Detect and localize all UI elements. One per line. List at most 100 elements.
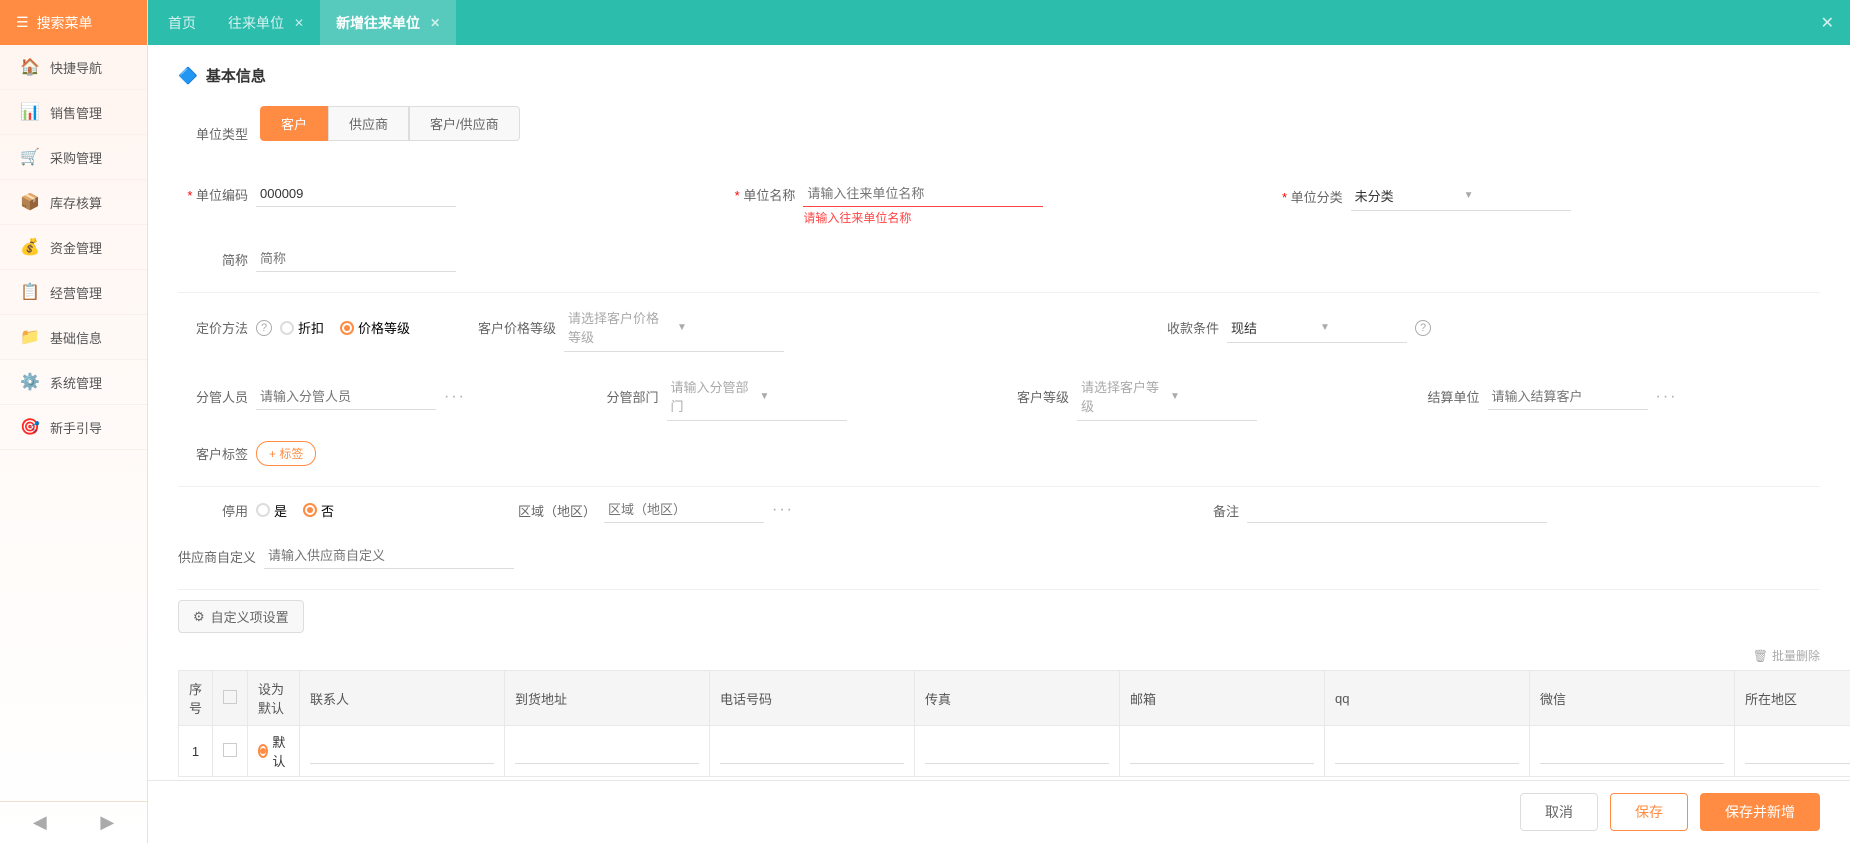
close-all-tabs[interactable]: ✕ bbox=[1809, 13, 1846, 33]
row-address-input[interactable] bbox=[515, 738, 699, 764]
department-select[interactable]: 请输入分管部门 ▼ bbox=[667, 372, 847, 421]
sidebar-search[interactable]: ☰ 搜索菜单 bbox=[0, 0, 147, 45]
unit-category-select[interactable]: 未分类 ▼ bbox=[1351, 181, 1571, 211]
row-checkbox[interactable] bbox=[223, 743, 237, 757]
col-default: 设为默认 bbox=[248, 671, 300, 726]
type-btn-both[interactable]: 客户/供应商 bbox=[409, 106, 520, 141]
row-check[interactable] bbox=[213, 726, 248, 777]
radio-yes-circle bbox=[256, 503, 270, 517]
manager-more-icon[interactable]: ··· bbox=[444, 388, 466, 406]
row-default-label: 默认 bbox=[272, 732, 289, 770]
tab-home-label: 首页 bbox=[168, 13, 196, 33]
unit-code-label: 单位编码 bbox=[178, 185, 248, 204]
col-location: 所在地区 bbox=[1735, 671, 1850, 726]
settlement-more-icon[interactable]: ··· bbox=[1656, 388, 1678, 406]
sidebar-item-quick-nav[interactable]: 🏠 快捷导航 bbox=[0, 45, 147, 90]
region-input[interactable] bbox=[604, 497, 764, 523]
sidebar-item-basic[interactable]: 📁 基础信息 bbox=[0, 315, 147, 360]
batch-delete-area[interactable]: 🗑 批量删除 bbox=[178, 647, 1820, 664]
row-default-radio[interactable]: 默认 bbox=[258, 732, 289, 770]
tab-new-partner-close[interactable]: ✕ bbox=[430, 16, 440, 30]
row-qq[interactable] bbox=[1325, 726, 1530, 777]
payment-terms-value: 现结 bbox=[1231, 318, 1314, 337]
type-btn-supplier[interactable]: 供应商 bbox=[328, 106, 409, 141]
col-fax: 传真 bbox=[915, 671, 1120, 726]
pricing-help-icon[interactable]: ? bbox=[256, 320, 272, 336]
tab-partners[interactable]: 往来单位 ✕ bbox=[212, 0, 320, 45]
sidebar: ☰ 搜索菜单 🏠 快捷导航 📊 销售管理 🛒 采购管理 📦 库存核算 💰 资金管… bbox=[0, 0, 148, 843]
disabled-radio-group: 是 否 bbox=[256, 501, 334, 520]
row-default[interactable]: 默认 bbox=[248, 726, 300, 777]
row-location[interactable] bbox=[1735, 726, 1850, 777]
unit-type-row: 单位类型 客户 供应商 客户/供应商 bbox=[178, 106, 1820, 161]
unit-category-value: 未分类 bbox=[1355, 186, 1458, 205]
row-code-name-category: 单位编码 单位名称 请输入往来单位名称 单位分类 未分类 ▼ bbox=[178, 181, 1820, 226]
save-button[interactable]: 保存 bbox=[1610, 793, 1688, 831]
customer-price-level-select[interactable]: 请选择客户价格等级 ▼ bbox=[564, 303, 784, 352]
chevron-down-icon4: ▼ bbox=[760, 391, 843, 402]
row-fax-input[interactable] bbox=[925, 738, 1109, 764]
remarks-input[interactable] bbox=[1247, 497, 1547, 523]
payment-help-icon[interactable]: ? bbox=[1415, 320, 1431, 336]
sidebar-collapse-btn[interactable]: ◀ bbox=[10, 812, 70, 833]
row-address[interactable] bbox=[505, 726, 710, 777]
sidebar-item-inventory[interactable]: 📦 库存核算 bbox=[0, 180, 147, 225]
add-tag-button[interactable]: + 标签 bbox=[256, 441, 316, 466]
radio-yes-label: 是 bbox=[274, 501, 287, 520]
save-and-new-button[interactable]: 保存并新增 bbox=[1700, 793, 1820, 831]
unit-code-input[interactable] bbox=[256, 181, 456, 207]
pricing-price-level[interactable]: 价格等级 bbox=[340, 318, 410, 337]
customer-level-placeholder: 请选择客户等级 bbox=[1081, 377, 1164, 415]
row-phone[interactable] bbox=[710, 726, 915, 777]
customer-level-label: 客户等级 bbox=[999, 387, 1069, 406]
supplier-custom-input[interactable] bbox=[264, 543, 514, 569]
contact-table: 序号 设为默认 联系人 到货地址 电话号码 传真 邮箱 qq 微信 所在地区 操… bbox=[178, 670, 1850, 777]
row-contact-input[interactable] bbox=[310, 738, 494, 764]
col-contact: 联系人 bbox=[300, 671, 505, 726]
section-title-text: 基本信息 bbox=[206, 65, 266, 86]
custom-settings-label: 自定义项设置 bbox=[211, 607, 289, 626]
sidebar-expand-btn[interactable]: ▶ bbox=[78, 812, 138, 833]
row-contact[interactable] bbox=[300, 726, 505, 777]
payment-terms-field: 收款条件 现结 ▼ ? bbox=[1149, 313, 1820, 343]
supplier-custom-label: 供应商自定义 bbox=[178, 547, 256, 566]
tab-new-partner[interactable]: 新增往来单位 ✕ bbox=[320, 0, 456, 45]
header-checkbox[interactable] bbox=[223, 690, 237, 704]
sidebar-item-operations[interactable]: 📋 经营管理 bbox=[0, 270, 147, 315]
abbr-input[interactable] bbox=[256, 246, 456, 272]
disabled-label: 停用 bbox=[178, 501, 248, 520]
unit-type-field: 单位类型 客户 供应商 客户/供应商 bbox=[178, 106, 520, 161]
row-location-input[interactable] bbox=[1745, 738, 1850, 764]
pricing-discount[interactable]: 折扣 bbox=[280, 318, 324, 337]
tab-home[interactable]: 首页 bbox=[152, 0, 212, 45]
cancel-button[interactable]: 取消 bbox=[1520, 793, 1598, 831]
row-email-input[interactable] bbox=[1130, 738, 1314, 764]
row-wechat-input[interactable] bbox=[1540, 738, 1724, 764]
tab-partners-close[interactable]: ✕ bbox=[294, 16, 304, 30]
region-more-icon[interactable]: ··· bbox=[772, 501, 794, 519]
row-pricing: 定价方法 ? 折扣 价格等级 客户价格等级 请选择客户价格等级 bbox=[178, 303, 1820, 352]
sidebar-item-purchase[interactable]: 🛒 采购管理 bbox=[0, 135, 147, 180]
row-qq-input[interactable] bbox=[1335, 738, 1519, 764]
settlement-input[interactable] bbox=[1488, 384, 1648, 410]
type-btn-customer[interactable]: 客户 bbox=[260, 106, 328, 141]
manager-input[interactable] bbox=[256, 384, 436, 410]
row-wechat[interactable] bbox=[1530, 726, 1735, 777]
row-phone-input[interactable] bbox=[720, 738, 904, 764]
sidebar-item-finance[interactable]: 💰 资金管理 bbox=[0, 225, 147, 270]
custom-settings-button[interactable]: ⚙ 自定义项设置 bbox=[178, 600, 304, 633]
sidebar-item-sales[interactable]: 📊 销售管理 bbox=[0, 90, 147, 135]
row-email[interactable] bbox=[1120, 726, 1325, 777]
tab-partners-label: 往来单位 bbox=[228, 13, 284, 33]
disabled-yes[interactable]: 是 bbox=[256, 501, 287, 520]
payment-terms-select[interactable]: 现结 ▼ bbox=[1227, 313, 1407, 343]
sidebar-item-system[interactable]: ⚙️ 系统管理 bbox=[0, 360, 147, 405]
pricing-radio-group: 折扣 价格等级 bbox=[280, 318, 410, 337]
disabled-no[interactable]: 否 bbox=[303, 501, 334, 520]
unit-name-input[interactable] bbox=[803, 181, 1043, 207]
sidebar-item-guide[interactable]: 🎯 新手引导 bbox=[0, 405, 147, 450]
customer-level-select[interactable]: 请选择客户等级 ▼ bbox=[1077, 372, 1257, 421]
row-fax[interactable] bbox=[915, 726, 1120, 777]
col-seq: 序号 bbox=[179, 671, 213, 726]
radio-price-level-circle bbox=[340, 321, 354, 335]
